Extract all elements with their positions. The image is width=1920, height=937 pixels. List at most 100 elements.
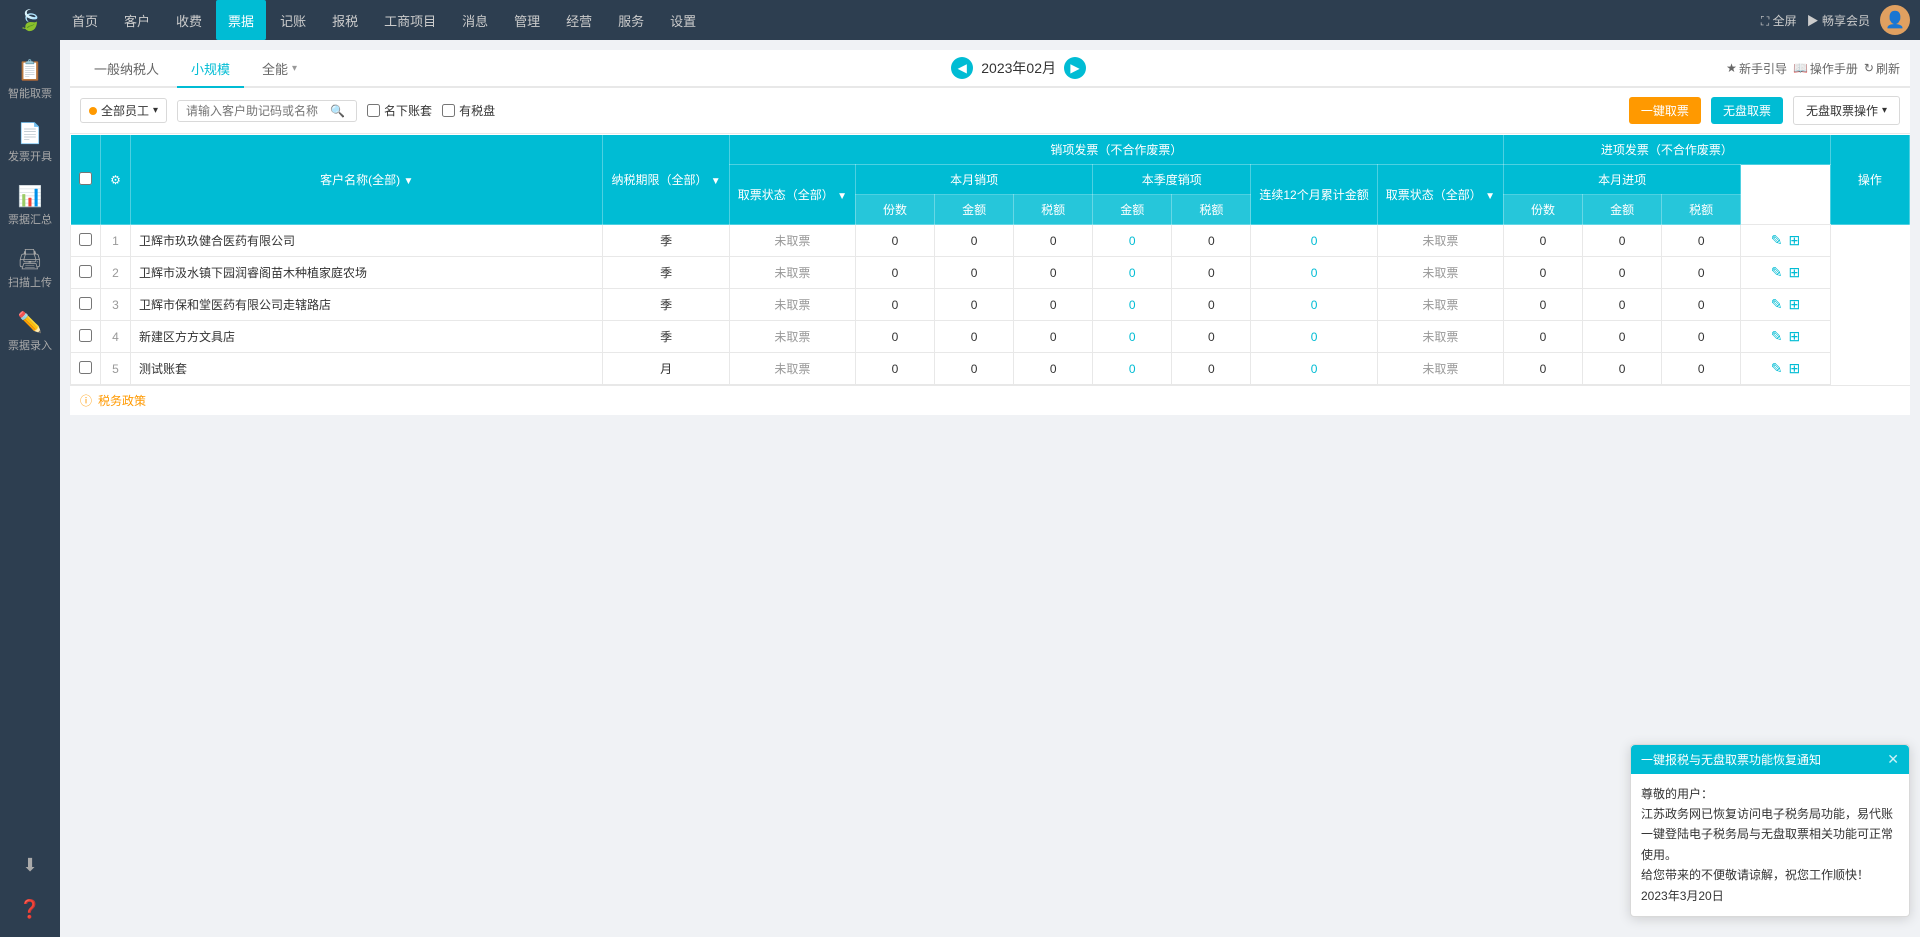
row-checkbox[interactable] bbox=[79, 329, 92, 342]
footer-bar[interactable]: ⓘ 税务政策 bbox=[70, 385, 1910, 415]
select-all-checkbox[interactable] bbox=[79, 172, 92, 185]
filter-icon[interactable]: ▼ bbox=[403, 176, 413, 187]
row-num: 1 bbox=[101, 225, 131, 257]
tax-policy-link[interactable]: 税务政策 bbox=[98, 392, 146, 409]
notification-title: 一键报税与无盘取票功能恢复通知 bbox=[1641, 751, 1821, 768]
cumulative-amount-link[interactable]: 0 bbox=[1311, 266, 1318, 280]
edit-icon[interactable]: ✎ bbox=[1771, 328, 1783, 345]
one-click-ticket-btn[interactable]: 一键取票 bbox=[1629, 97, 1701, 124]
row-month-shares: 0 bbox=[855, 225, 934, 257]
table-row: 5 测试账套 月 未取票 0 0 0 0 0 0 未取票 0 0 0 ✎ ⊞ bbox=[71, 353, 1910, 385]
row-checkbox[interactable] bbox=[79, 297, 92, 310]
row-cancel-status-sales: 未取票 bbox=[729, 257, 855, 289]
checkbox-tax-disk[interactable]: 有税盘 bbox=[442, 102, 495, 119]
header-tax-period: 纳税期限（全部） ▼ bbox=[603, 135, 729, 225]
cumulative-amount-link[interactable]: 0 bbox=[1311, 234, 1318, 248]
row-month-amount: 0 bbox=[935, 289, 1014, 321]
edit-icon[interactable]: ✎ bbox=[1771, 360, 1783, 377]
cumulative-amount-link[interactable]: 0 bbox=[1311, 298, 1318, 312]
filter-icon2[interactable]: ▼ bbox=[711, 176, 721, 187]
period-next-btn[interactable]: ▶ bbox=[1064, 57, 1086, 79]
detail-icon[interactable]: ⊞ bbox=[1789, 328, 1801, 345]
detail-icon[interactable]: ⊞ bbox=[1789, 360, 1801, 377]
employee-dot bbox=[89, 107, 97, 115]
filter-icon3[interactable]: ▼ bbox=[837, 191, 847, 202]
tab-small-scale[interactable]: 小规模 bbox=[177, 50, 244, 88]
filter-icon4[interactable]: ▼ bbox=[1485, 191, 1495, 202]
cumulative-amount-link[interactable]: 0 bbox=[1311, 330, 1318, 344]
row-purchase-amount: 0 bbox=[1583, 321, 1662, 353]
sidebar-item-smart-ticket[interactable]: 📋 智能取票 bbox=[3, 50, 57, 109]
sidebar-item-invoice-entry[interactable]: ✏️ 票据录入 bbox=[3, 302, 57, 361]
season-amount-link[interactable]: 0 bbox=[1129, 362, 1136, 376]
season-amount-link[interactable]: 0 bbox=[1129, 266, 1136, 280]
header-month-amount: 金额 bbox=[935, 195, 1014, 225]
nav-management[interactable]: 管理 bbox=[502, 0, 552, 40]
sidebar-item-invoice-summary[interactable]: 📊 票据汇总 bbox=[3, 176, 57, 235]
row-checkbox[interactable] bbox=[79, 233, 92, 246]
fullscreen-btn[interactable]: ⛶ 全屏 bbox=[1761, 12, 1797, 29]
edit-icon[interactable]: ✎ bbox=[1771, 232, 1783, 249]
nav-fee[interactable]: 收费 bbox=[164, 0, 214, 40]
app-logo: 🍃 bbox=[10, 0, 50, 40]
detail-icon[interactable]: ⊞ bbox=[1789, 232, 1801, 249]
tab-all-capable[interactable]: 全能 ▾ bbox=[248, 50, 311, 88]
row-checkbox[interactable] bbox=[79, 361, 92, 374]
nav-message[interactable]: 消息 bbox=[450, 0, 500, 40]
search-input[interactable] bbox=[186, 104, 326, 118]
sidebar-item-label: 票据录入 bbox=[8, 337, 52, 353]
sidebar-item-issue-invoice[interactable]: 📄 发票开具 bbox=[3, 113, 57, 172]
cumulative-amount-link[interactable]: 0 bbox=[1311, 362, 1318, 376]
download-btn[interactable]: ⬇ bbox=[12, 847, 48, 883]
row-checkbox-cell bbox=[71, 353, 101, 385]
nav-service[interactable]: 服务 bbox=[606, 0, 656, 40]
season-amount-link[interactable]: 0 bbox=[1129, 234, 1136, 248]
row-tax-period: 季 bbox=[603, 225, 729, 257]
nav-accounting[interactable]: 记账 bbox=[268, 0, 318, 40]
detail-icon[interactable]: ⊞ bbox=[1789, 296, 1801, 313]
checkbox-own-accounts[interactable]: 名下账套 bbox=[367, 102, 432, 119]
refresh-btn[interactable]: ↻ 刷新 bbox=[1864, 60, 1900, 77]
nav-invoice[interactable]: 票据 bbox=[216, 0, 266, 40]
nav-operation[interactable]: 经营 bbox=[554, 0, 604, 40]
season-amount-link[interactable]: 0 bbox=[1129, 330, 1136, 344]
season-amount-link[interactable]: 0 bbox=[1129, 298, 1136, 312]
row-month-tax: 0 bbox=[1014, 257, 1093, 289]
help-btn[interactable]: ❓ bbox=[12, 891, 48, 927]
tab-general-taxpayer[interactable]: 一般纳税人 bbox=[80, 50, 173, 88]
search-icon[interactable]: 🔍 bbox=[330, 104, 345, 118]
nav-customer[interactable]: 客户 bbox=[112, 0, 162, 40]
notification-close-btn[interactable]: ✕ bbox=[1887, 751, 1899, 768]
row-checkbox[interactable] bbox=[79, 265, 92, 278]
tab-dropdown-icon[interactable]: ▾ bbox=[292, 63, 297, 74]
period-prev-btn[interactable]: ◀ bbox=[951, 57, 973, 79]
sidebar-item-scan-upload[interactable]: 🖨 扫描上传 bbox=[3, 239, 57, 298]
table-row: 3 卫辉市保和堂医药有限公司走辖路店 季 未取票 0 0 0 0 0 0 未取票… bbox=[71, 289, 1910, 321]
nav-tax[interactable]: 报税 bbox=[320, 0, 370, 40]
top-nav: 🍃 首页 客户 收费 票据 记账 报税 工商项目 消息 管理 经营 服务 设置 … bbox=[0, 0, 1920, 40]
nav-home[interactable]: 首页 bbox=[60, 0, 110, 40]
row-tax-period: 月 bbox=[603, 353, 729, 385]
sidebar-item-label: 票据汇总 bbox=[8, 211, 52, 227]
row-season-amount: 0 bbox=[1093, 225, 1172, 257]
header-month-shares: 份数 bbox=[855, 195, 934, 225]
no-disk-ticket-btn[interactable]: 无盘取票 bbox=[1711, 97, 1783, 124]
employee-filter[interactable]: 全部员工 ▾ bbox=[80, 98, 167, 123]
row-cumulative-amount: 0 bbox=[1251, 321, 1377, 353]
manual-btn[interactable]: 📖 操作手册 bbox=[1793, 60, 1858, 77]
row-cumulative-amount: 0 bbox=[1251, 225, 1377, 257]
row-purchase-shares: 0 bbox=[1503, 257, 1582, 289]
new-guide-btn[interactable]: ★ 新手引导 bbox=[1726, 60, 1787, 77]
nav-settings[interactable]: 设置 bbox=[658, 0, 708, 40]
edit-icon[interactable]: ✎ bbox=[1771, 264, 1783, 281]
edit-icon[interactable]: ✎ bbox=[1771, 296, 1783, 313]
checkbox-tax-disk-input[interactable] bbox=[442, 104, 455, 117]
checkbox-own-accounts-input[interactable] bbox=[367, 104, 380, 117]
header-season-tax: 税额 bbox=[1172, 195, 1251, 225]
nav-business[interactable]: 工商项目 bbox=[372, 0, 448, 40]
no-disk-ops-btn[interactable]: 无盘取票操作 ▾ bbox=[1793, 96, 1900, 125]
vip-btn[interactable]: ▶ 畅享会员 bbox=[1807, 12, 1870, 29]
detail-icon[interactable]: ⊞ bbox=[1789, 264, 1801, 281]
avatar[interactable]: 👤 bbox=[1880, 5, 1910, 35]
row-num: 3 bbox=[101, 289, 131, 321]
